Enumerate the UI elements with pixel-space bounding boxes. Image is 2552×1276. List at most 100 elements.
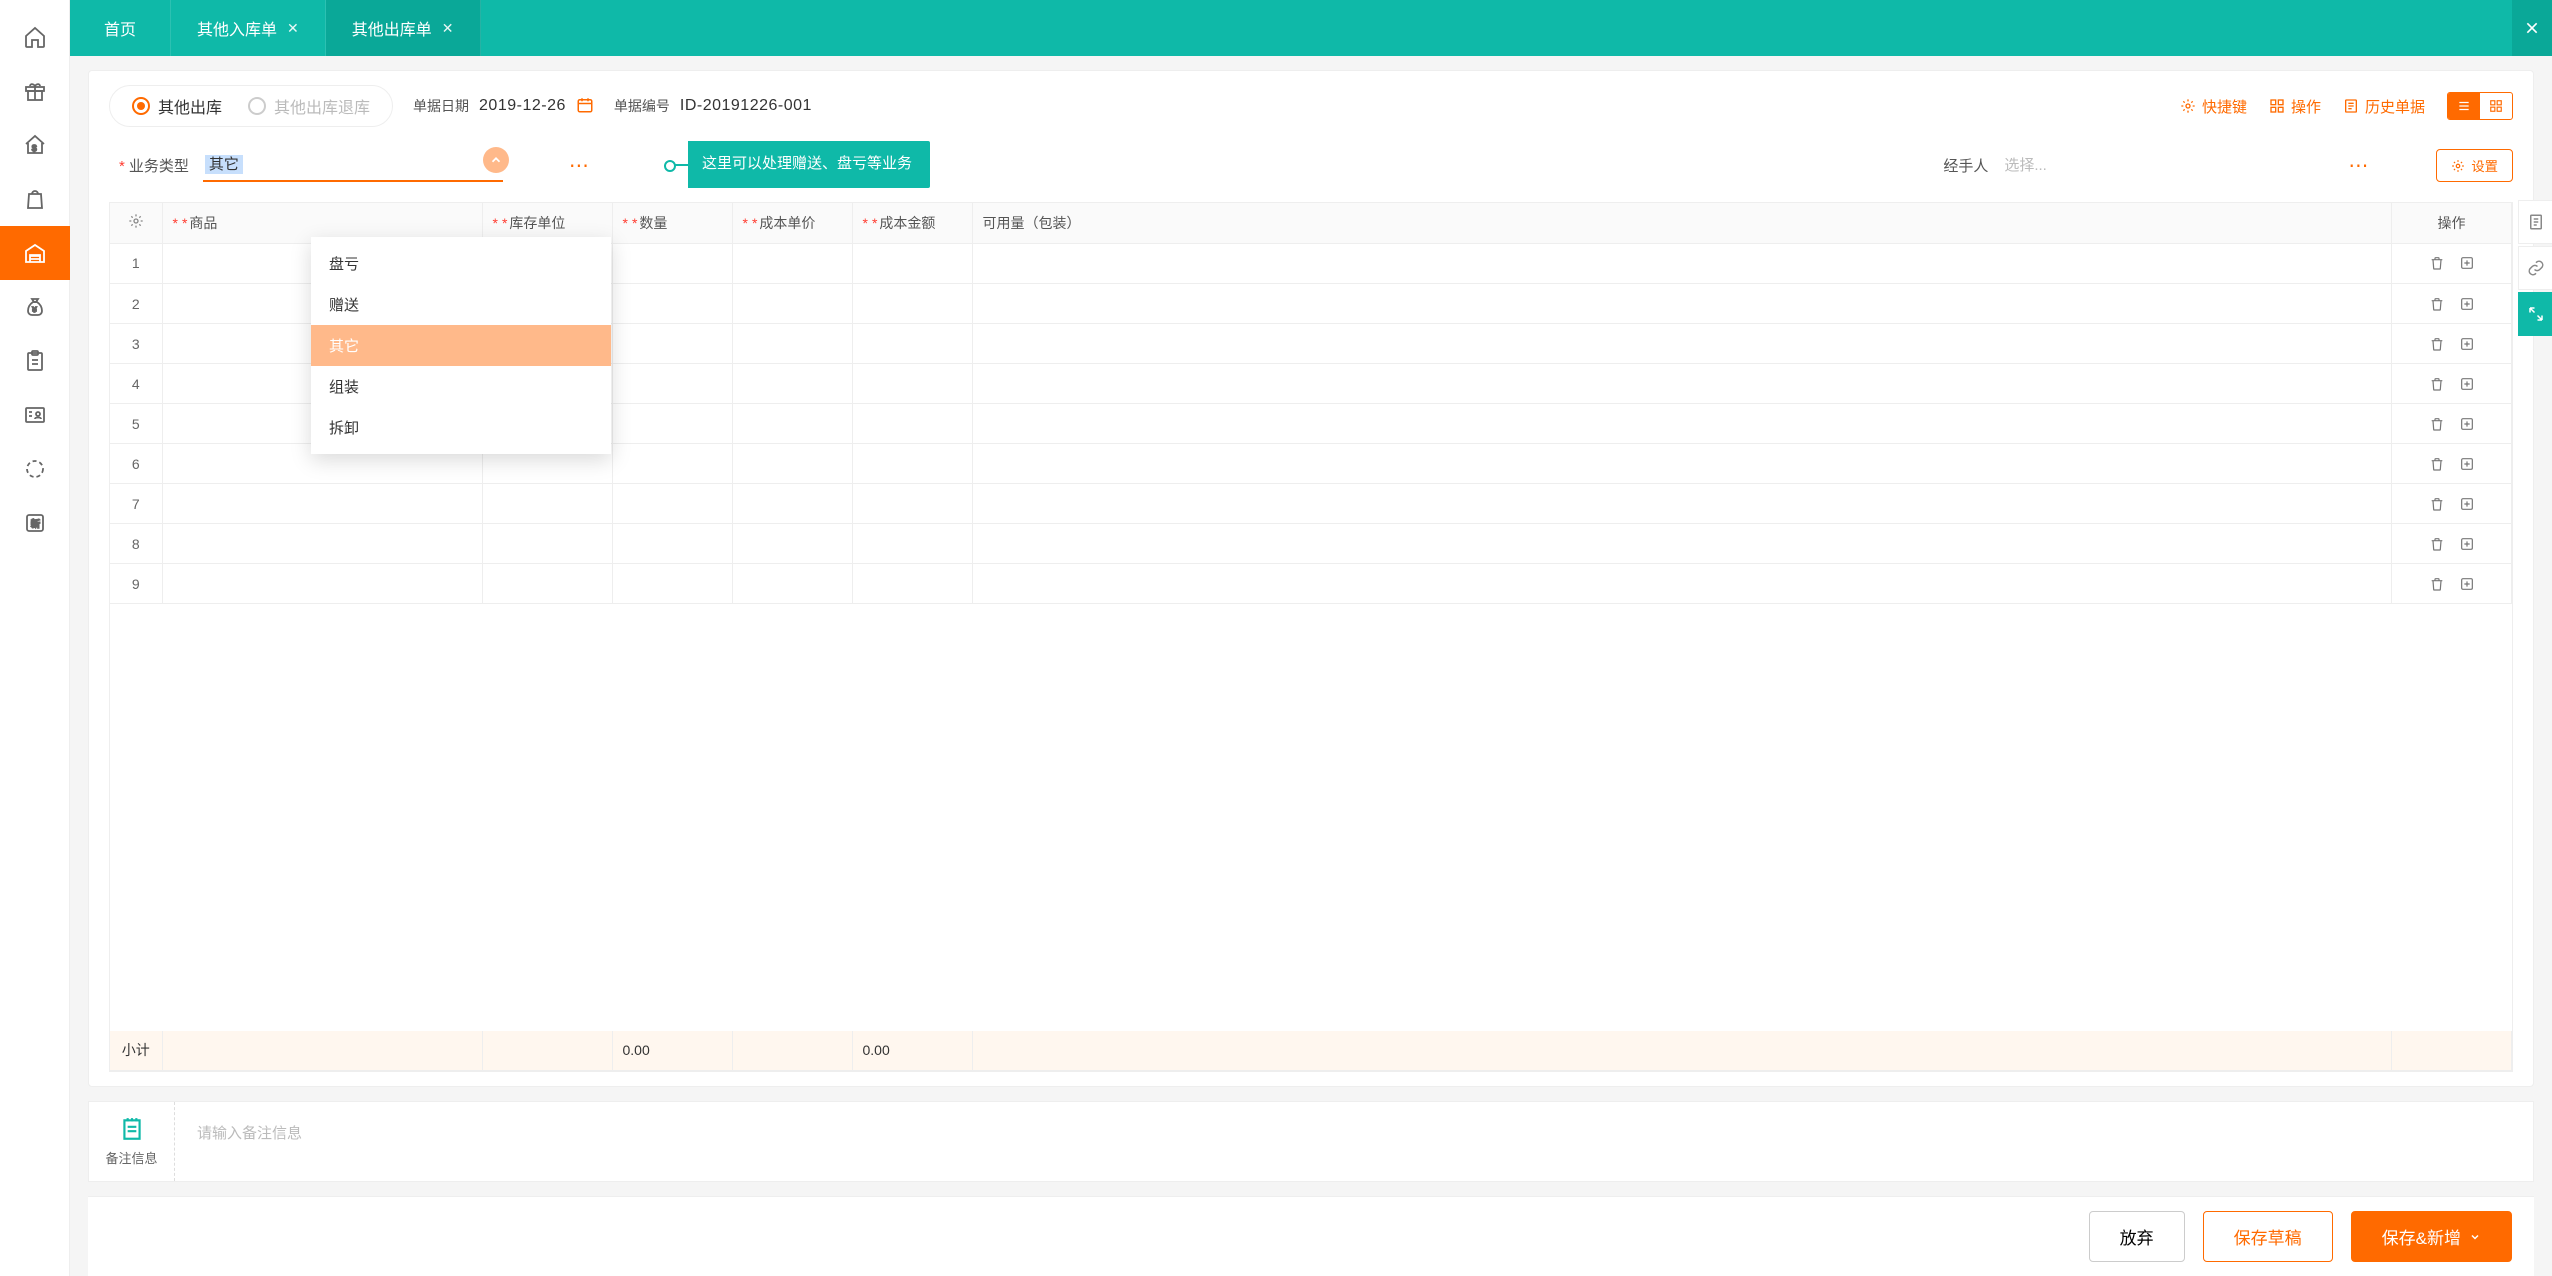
hint-tooltip: 这里可以处理赠送、盘亏等业务 [684,141,930,188]
doc-date-field: 单据日期 2019-12-26 [413,96,594,117]
close-icon[interactable]: ✕ [442,20,454,37]
main-card: 其他出库 其他出库退库 单据日期 2019-12-26 单据编号 ID-2019… [88,70,2534,1087]
more-icon[interactable]: ⋯ [2342,153,2376,178]
biz-type-field[interactable]: 业务类型 其它 [119,149,503,182]
delete-row-icon[interactable] [2426,373,2448,395]
history-button[interactable]: 历史单据 [2343,96,2425,117]
tab-home-label: 首页 [104,16,136,40]
table-row[interactable]: 8 [110,524,2512,564]
doc-date-value[interactable]: 2019-12-26 [479,97,566,115]
remarks-input[interactable]: 请输入备注信息 [175,1102,2533,1181]
tab-other-in[interactable]: 其他入库单 ✕ [171,0,326,56]
add-row-icon[interactable] [2456,333,2478,355]
tab-other-out-label: 其他出库单 [352,16,432,40]
doc-no-value: ID-20191226-001 [680,97,812,115]
handler-field[interactable]: 经手人 选择... [1943,150,2242,181]
nav-gift-icon[interactable] [0,64,70,118]
add-row-icon[interactable] [2456,373,2478,395]
close-all-tabs-button[interactable] [2512,0,2552,56]
biz-type-dropdown: 盘亏赠送其它组装拆卸 [311,237,611,454]
radio-other-out[interactable]: 其他出库 [132,94,222,118]
view-grid-icon[interactable] [2480,93,2512,119]
tab-other-out[interactable]: 其他出库单 ✕ [326,0,481,56]
rail-link-icon[interactable] [2518,246,2552,290]
shortcut-button[interactable]: 快捷键 [2180,96,2247,117]
nav-money-bag-icon[interactable]: ¥ [0,280,70,334]
nav-warehouse-icon[interactable] [0,226,70,280]
radio-other-out-label: 其他出库 [158,94,222,118]
add-row-icon[interactable] [2456,413,2478,435]
remarks-section: 备注信息 请输入备注信息 [88,1101,2534,1182]
subtotal-label: 小计 [110,1031,162,1071]
dropdown-option[interactable]: 拆卸 [311,407,611,448]
add-row-icon[interactable] [2456,293,2478,315]
delete-row-icon[interactable] [2426,573,2448,595]
nav-new-icon[interactable]: 新 [0,496,70,550]
nav-contact-icon[interactable] [0,388,70,442]
col-cost-price[interactable]: 成本单价 [732,203,852,243]
delete-row-icon[interactable] [2426,453,2448,475]
row-index: 1 [110,244,162,284]
delete-row-icon[interactable] [2426,413,2448,435]
handler-label: 经手人 [1943,155,1988,176]
delete-row-icon[interactable] [2426,333,2448,355]
dropdown-option[interactable]: 赠送 [311,284,611,325]
dropdown-option[interactable]: 组装 [311,366,611,407]
nav-clipboard-icon[interactable] [0,334,70,388]
settings-button[interactable]: 设置 [2436,149,2513,182]
close-icon[interactable]: ✕ [287,20,299,37]
remarks-label: 备注信息 [89,1102,175,1181]
discard-button[interactable]: 放弃 [2089,1211,2185,1262]
col-qty[interactable]: 数量 [612,203,732,243]
row-index: 5 [110,404,162,444]
gear-icon [128,213,144,229]
radio-other-out-return-label: 其他出库退库 [274,94,370,118]
add-row-icon[interactable] [2456,252,2478,274]
tab-home[interactable]: 首页 [70,0,171,56]
nav-house-dollar-icon[interactable]: $ [0,118,70,172]
right-rail [2518,200,2552,336]
col-gear[interactable] [110,203,162,243]
doc-type-radio-group: 其他出库 其他出库退库 [109,85,393,127]
nav-bag-icon[interactable] [0,172,70,226]
save-and-new-button[interactable]: 保存&新增 [2351,1211,2512,1262]
delete-row-icon[interactable] [2426,293,2448,315]
rail-doc-icon[interactable] [2518,200,2552,244]
delete-row-icon[interactable] [2426,252,2448,274]
nav-home-icon[interactable] [0,10,70,64]
hint-tooltip-text: 这里可以处理赠送、盘亏等业务 [702,155,912,172]
table-row[interactable]: 9 [110,564,2512,604]
dropdown-option[interactable]: 其它 [311,325,611,366]
rail-expand-icon[interactable] [2518,292,2552,336]
tabs-bar: 首页 其他入库单 ✕ 其他出库单 ✕ [70,0,2552,56]
doc-no-label: 单据编号 [614,96,670,116]
dropdown-option[interactable]: 盘亏 [311,243,611,284]
row-index: 8 [110,524,162,564]
row-index: 9 [110,564,162,604]
more-icon[interactable]: ⋯ [563,153,597,178]
add-row-icon[interactable] [2456,573,2478,595]
tab-other-in-label: 其他入库单 [197,16,277,40]
nav-loading-icon[interactable] [0,442,70,496]
add-row-icon[interactable] [2456,453,2478,475]
chevron-down-icon [2469,1231,2481,1243]
add-row-icon[interactable] [2456,533,2478,555]
row-index: 3 [110,324,162,364]
biz-type-label: 业务类型 [119,155,189,176]
svg-text:¥: ¥ [32,307,36,314]
save-draft-button[interactable]: 保存草稿 [2203,1211,2333,1262]
add-row-icon[interactable] [2456,493,2478,515]
row-index: 7 [110,484,162,524]
radio-other-out-return[interactable]: 其他出库退库 [248,94,370,118]
col-avail[interactable]: 可用量（包装） [972,203,2392,243]
chevron-up-icon[interactable] [483,147,509,173]
doc-no-field: 单据编号 ID-20191226-001 [614,96,812,116]
calendar-icon[interactable] [576,96,594,117]
col-cost-amount[interactable]: 成本金额 [852,203,972,243]
subtotal-amount: 0.00 [852,1031,972,1071]
delete-row-icon[interactable] [2426,533,2448,555]
delete-row-icon[interactable] [2426,493,2448,515]
table-row[interactable]: 7 [110,484,2512,524]
view-list-icon[interactable] [2448,93,2480,119]
operate-button[interactable]: 操作 [2269,96,2321,117]
